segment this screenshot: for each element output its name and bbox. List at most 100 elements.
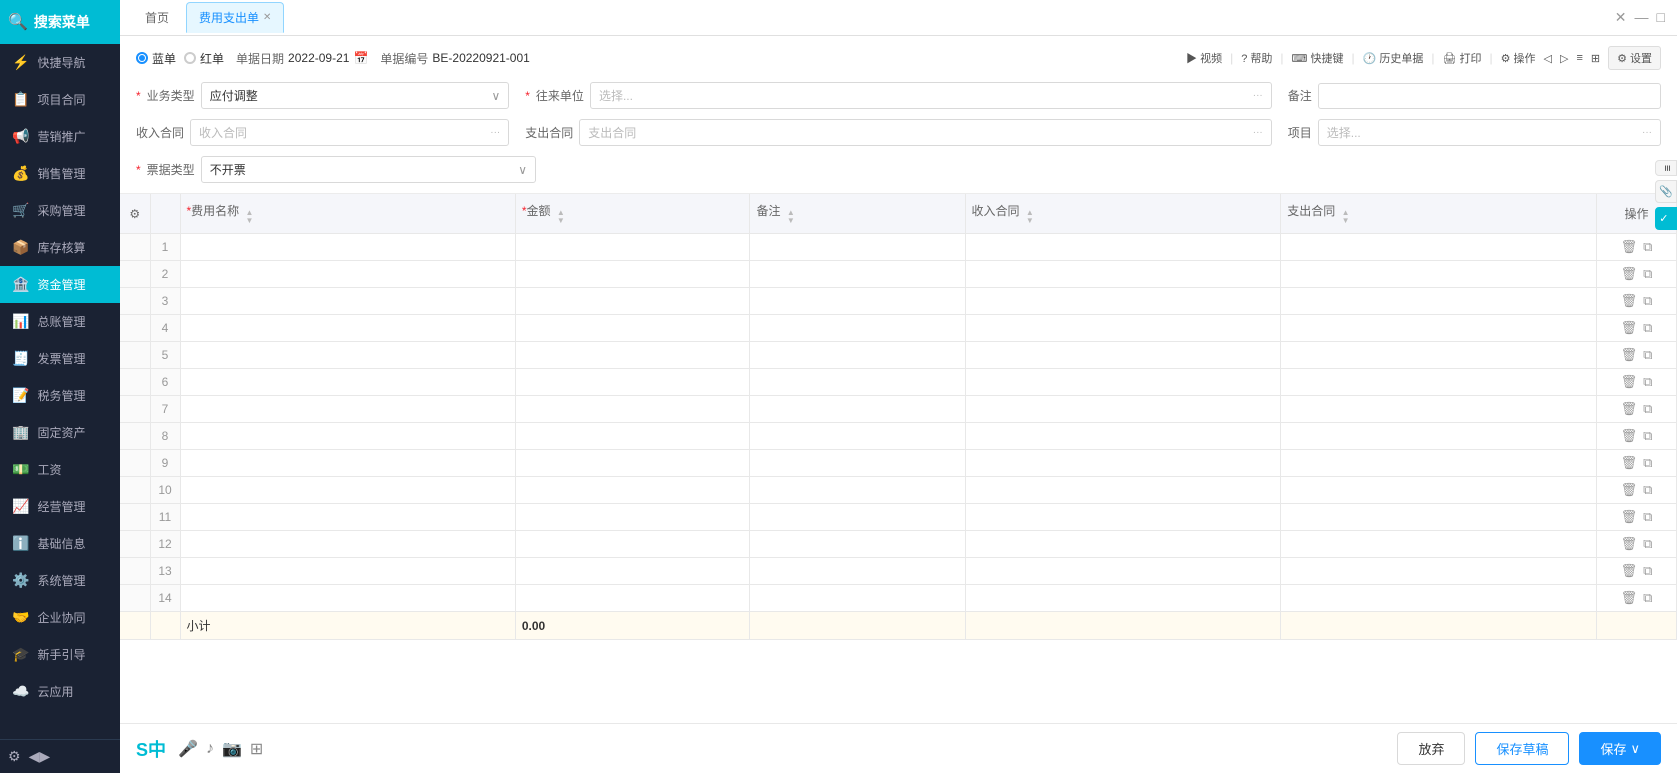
cell-expense-name-3[interactable] [180,288,515,315]
cell-expense-name-8[interactable] [180,423,515,450]
cell-expense-contract-14[interactable] [1281,585,1597,612]
delete-icon-4[interactable]: 🗑 [1621,320,1638,336]
cell-remark-5[interactable] [750,342,965,369]
cell-remark-7[interactable] [750,396,965,423]
cell-amount-12[interactable] [515,531,750,558]
sidebar-item-15[interactable]: 🤝 企业协同 [0,599,120,636]
cell-remark-1[interactable] [750,234,965,261]
delete-icon-2[interactable]: 🗑 [1621,266,1638,282]
sidebar-item-14[interactable]: ⚙️ 系统管理 [0,562,120,599]
th-expense-contract[interactable]: 支出合同 ▲▼ [1281,194,1597,234]
cell-remark-4[interactable] [750,315,965,342]
sidebar-item-0[interactable]: ⚡ 快捷导航 [0,44,120,81]
cell-expense-contract-6[interactable] [1281,369,1597,396]
delete-icon-12[interactable]: 🗑 [1621,536,1638,552]
grid-view-btn[interactable]: ⊞ [1591,52,1600,65]
sidebar-header[interactable]: 🔍 搜索菜单 [0,0,120,44]
cell-income-contract-2[interactable] [965,261,1281,288]
volume-icon[interactable]: ◀▶ [29,748,51,765]
cell-remark-9[interactable] [750,450,965,477]
grid-icon[interactable]: ⊞ [250,739,263,759]
copy-icon-1[interactable]: ⧉ [1643,239,1652,255]
cell-amount-7[interactable] [515,396,750,423]
tab-home[interactable]: 首页 [132,2,182,33]
delete-icon-10[interactable]: 🗑 [1621,482,1638,498]
cell-expense-contract-2[interactable] [1281,261,1597,288]
cell-amount-8[interactable] [515,423,750,450]
cell-expense-name-5[interactable] [180,342,515,369]
save-button[interactable]: 保存 ∨ [1579,732,1661,765]
sidebar-item-3[interactable]: 💰 销售管理 [0,155,120,192]
sidebar-item-6[interactable]: 🏦 资金管理 [0,266,120,303]
cell-income-contract-14[interactable] [965,585,1281,612]
cell-amount-11[interactable] [515,504,750,531]
cell-expense-contract-8[interactable] [1281,423,1597,450]
income-contract-input[interactable]: 收入合同 ··· [190,119,509,146]
sidebar-item-2[interactable]: 📢 营销推广 [0,118,120,155]
cell-income-contract-9[interactable] [965,450,1281,477]
th-expense-name[interactable]: *费用名称 ▲▼ [180,194,515,234]
cell-remark-11[interactable] [750,504,965,531]
cell-income-contract-6[interactable] [965,369,1281,396]
copy-icon-14[interactable]: ⧉ [1643,590,1652,606]
sidebar-item-12[interactable]: 📈 经营管理 [0,488,120,525]
prev-btn[interactable]: ◁ [1544,52,1552,65]
sidebar-item-4[interactable]: 🛒 采购管理 [0,192,120,229]
copy-icon-8[interactable]: ⧉ [1643,428,1652,444]
window-close-btn[interactable]: ✕ [1615,9,1627,26]
sidebar-item-8[interactable]: 🧾 发票管理 [0,340,120,377]
cell-income-contract-8[interactable] [965,423,1281,450]
sidebar-item-7[interactable]: 📊 总账管理 [0,303,120,340]
cell-expense-contract-5[interactable] [1281,342,1597,369]
delete-icon-9[interactable]: 🗑 [1621,455,1638,471]
cell-amount-13[interactable] [515,558,750,585]
copy-icon-2[interactable]: ⧉ [1643,266,1652,282]
sidebar-item-5[interactable]: 📦 库存核算 [0,229,120,266]
camera-icon[interactable]: 📷 [222,739,242,759]
copy-icon-7[interactable]: ⧉ [1643,401,1652,417]
save-draft-button[interactable]: 保存草稿 [1475,732,1569,765]
operations-btn[interactable]: ⚙ 操作 [1501,50,1536,66]
delete-icon-11[interactable]: 🗑 [1621,509,1638,525]
right-edge-btn-3[interactable]: ✓ [1655,207,1677,230]
th-income-contract[interactable]: 收入合同 ▲▼ [965,194,1281,234]
cell-amount-6[interactable] [515,369,750,396]
video-btn[interactable]: ▶ 视频 [1186,50,1222,66]
delete-icon-6[interactable]: 🗑 [1621,374,1638,390]
th-remark[interactable]: 备注 ▲▼ [750,194,965,234]
sidebar-item-9[interactable]: 📝 税务管理 [0,377,120,414]
cell-expense-contract-1[interactable] [1281,234,1597,261]
print-btn[interactable]: 🖨 打印 [1442,50,1481,66]
cell-remark-13[interactable] [750,558,965,585]
cell-expense-name-14[interactable] [180,585,515,612]
cell-expense-name-2[interactable] [180,261,515,288]
cell-expense-name-4[interactable] [180,315,515,342]
right-edge-btn-1[interactable]: ≡ [1655,160,1677,176]
copy-icon-3[interactable]: ⧉ [1643,293,1652,309]
cell-expense-name-11[interactable] [180,504,515,531]
remark-input[interactable] [1318,83,1661,109]
cell-expense-name-7[interactable] [180,396,515,423]
red-radio[interactable]: 红单 [184,50,224,67]
sidebar-item-17[interactable]: ☁️ 云应用 [0,673,120,710]
cell-expense-name-12[interactable] [180,531,515,558]
copy-icon-12[interactable]: ⧉ [1643,536,1652,552]
cell-amount-5[interactable] [515,342,750,369]
cell-expense-contract-10[interactable] [1281,477,1597,504]
copy-icon-4[interactable]: ⧉ [1643,320,1652,336]
cell-expense-name-10[interactable] [180,477,515,504]
delete-icon-14[interactable]: 🗑 [1621,590,1638,606]
cell-remark-12[interactable] [750,531,965,558]
next-btn[interactable]: ▷ [1560,52,1568,65]
tab-close-icon[interactable]: ✕ [263,12,271,23]
delete-icon-3[interactable]: 🗑 [1621,293,1638,309]
cell-amount-4[interactable] [515,315,750,342]
th-amount[interactable]: *金额 ▲▼ [515,194,750,234]
blue-radio[interactable]: 蓝单 [136,50,176,67]
cell-amount-10[interactable] [515,477,750,504]
delete-icon-13[interactable]: 🗑 [1621,563,1638,579]
cell-income-contract-10[interactable] [965,477,1281,504]
cell-remark-3[interactable] [750,288,965,315]
history-btn[interactable]: 🕐 历史单据 [1363,50,1424,66]
th-settings[interactable]: ⚙ [120,194,150,234]
